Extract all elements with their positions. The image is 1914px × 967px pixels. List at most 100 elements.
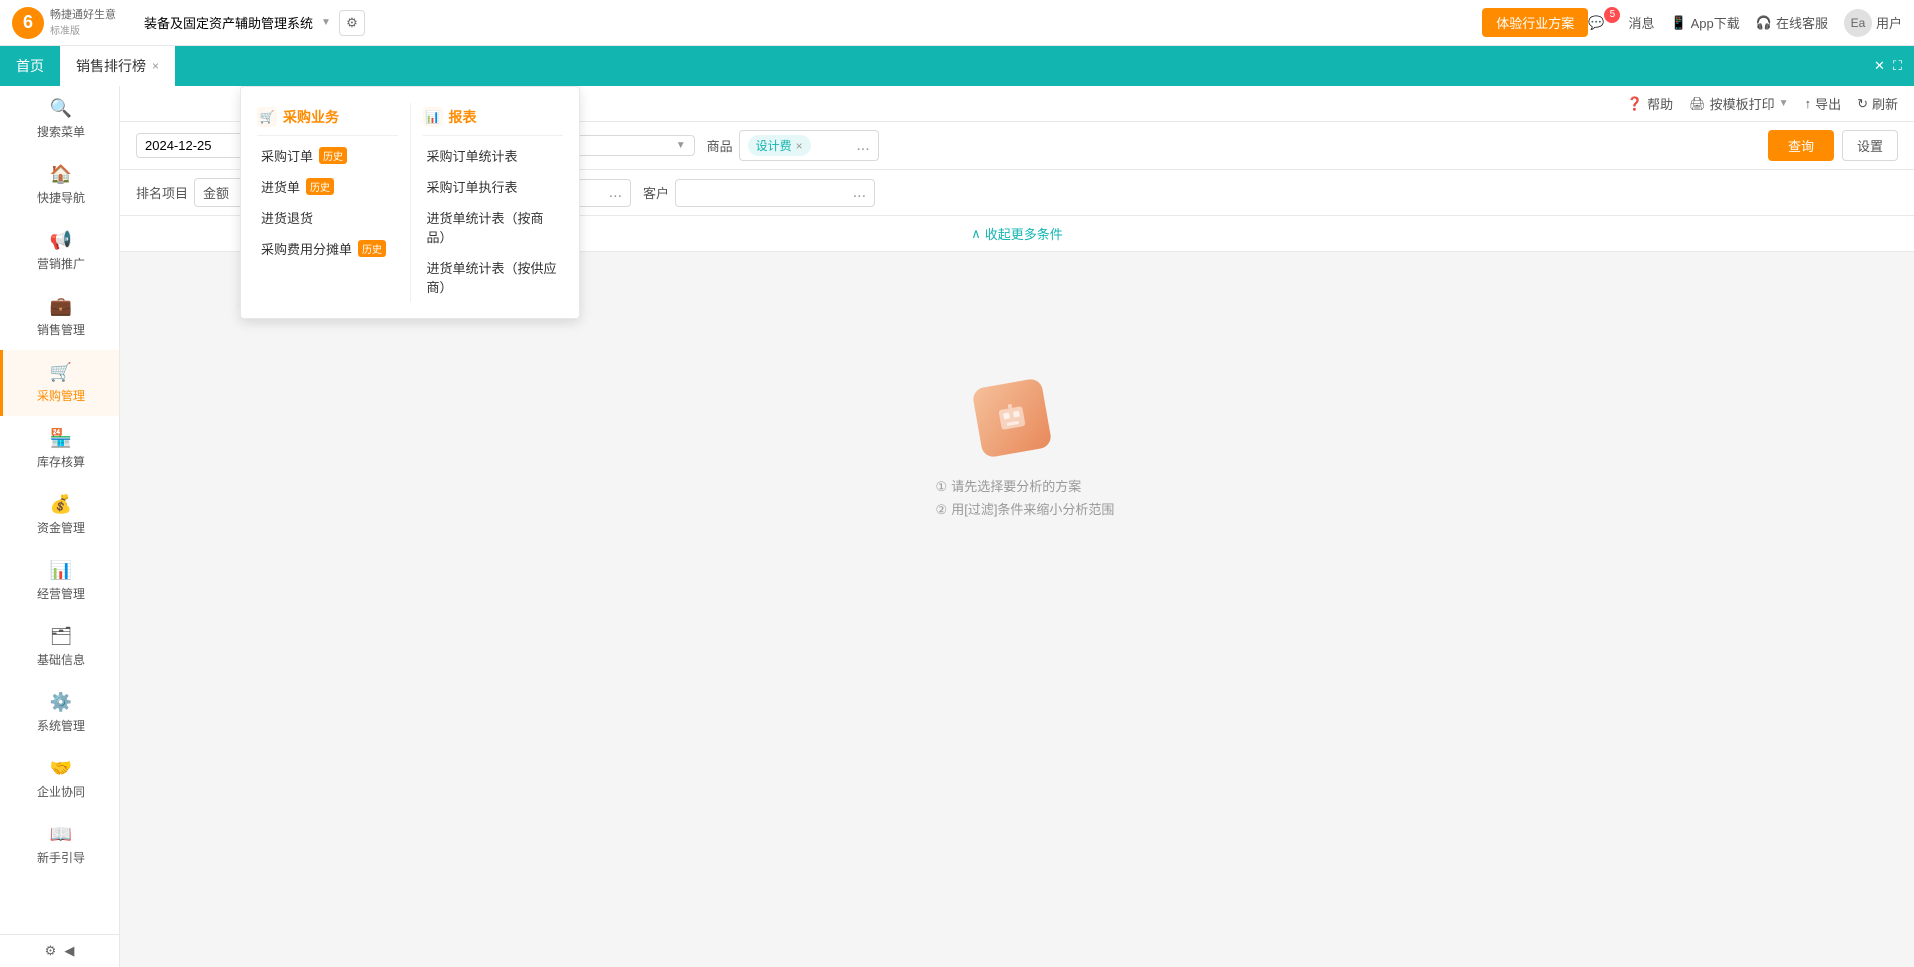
avatar: Ea [1844, 9, 1872, 37]
popup-item-incoming-stat[interactable]: 进货单统计表（按商品） [423, 202, 564, 252]
export-icon: ↑ [1805, 96, 1812, 111]
system-icon: ⚙️ [50, 692, 72, 713]
purchase-icon: 🛒 [50, 362, 72, 383]
online-service-label: 在线客服 [1776, 13, 1828, 32]
close-window-icon[interactable]: ✕ [1874, 58, 1885, 74]
inventory-icon: 🏪 [50, 428, 72, 449]
refresh-button[interactable]: ↻ 刷新 [1857, 94, 1898, 113]
basic-icon: 🗂 [50, 626, 73, 647]
system-dropdown-icon[interactable]: ▼ [321, 17, 331, 28]
customer-select[interactable]: ... [675, 179, 875, 207]
topbar: 6 畅捷通好生意 标准版 装备及固定资产辅助管理系统 ▼ ⚙ 体验行业方案 💬 … [0, 0, 1914, 46]
query-actions: 查询 设置 [1768, 130, 1898, 161]
sidebar-item-sales[interactable]: 💼 销售管理 [0, 284, 119, 350]
return-label: 进货退货 [261, 208, 313, 227]
sidebar-item-system[interactable]: ⚙️ 系统管理 [0, 680, 119, 746]
bill-status-chevron: ▼ [676, 140, 686, 151]
sidebar-purchase-label: 采购管理 [37, 387, 85, 404]
export-button[interactable]: ↑ 导出 [1805, 94, 1842, 113]
popup-item-supplier-stat[interactable]: 进货单统计表（按供应商） [423, 252, 564, 302]
goods-select[interactable]: 设计费 × ... [739, 130, 879, 161]
help-label: 帮助 [1647, 94, 1673, 113]
sidebar-item-finance[interactable]: 💰 资金管理 [0, 482, 119, 548]
sidebar-guide-label: 新手引导 [37, 849, 85, 866]
history-badge-0: 历史 [319, 147, 347, 164]
popup-item-order-exec[interactable]: 采购订单执行表 [423, 171, 564, 202]
sidebar-nav-label: 快捷导航 [37, 189, 85, 206]
fullscreen-icon[interactable]: ⛶ [1893, 58, 1902, 74]
popup-item-order-stat[interactable]: 采购订单统计表 [423, 140, 564, 171]
sidebar-item-guide[interactable]: 📖 新手引导 [0, 812, 119, 878]
goods-tag-close[interactable]: × [796, 139, 803, 153]
empty-robot-svg [989, 394, 1035, 440]
sidebar-item-marketing[interactable]: 📢 营销推广 [0, 218, 119, 284]
supplier-stat-label: 进货单统计表（按供应商） [427, 258, 560, 296]
collapse-label: 收起更多条件 [985, 224, 1063, 243]
help-button[interactable]: ❓ 帮助 [1627, 94, 1673, 113]
sidebar-enterprise-label: 企业协同 [37, 783, 85, 800]
sidebar-item-operations[interactable]: 📊 经营管理 [0, 548, 119, 614]
collapse-button[interactable]: ∧ 收起更多条件 [971, 224, 1063, 243]
sidebar-item-purchase[interactable]: 🛒 采购管理 [0, 350, 119, 416]
home-icon: 🏠 [50, 164, 72, 185]
industry-btn[interactable]: 体验行业方案 [1482, 8, 1588, 37]
sidebar-item-inventory[interactable]: 🏪 库存核算 [0, 416, 119, 482]
user-label: 用户 [1876, 13, 1902, 32]
print-button[interactable]: 🖨 按模板打印 ▼ [1689, 94, 1788, 113]
tab-close-icon[interactable]: × [152, 59, 159, 73]
goods-tag: 设计费 × [748, 135, 811, 156]
goods-ellipsis[interactable]: ... [856, 137, 869, 155]
history-badge-3: 历史 [358, 240, 386, 257]
empty-tip-1: 请先选择要分析的方案 [920, 475, 1115, 498]
popup-columns: 🛒 采购业务 采购订单 历史 进货单 历史 进货退货 [241, 95, 579, 310]
popup-item-purchase-order[interactable]: 采购订单 历史 [257, 140, 398, 171]
sidebar-item-search[interactable]: 🔍 搜索菜单 [0, 86, 119, 152]
content-area: ❓ 帮助 🖨 按模板打印 ▼ ↑ 导出 ↻ 刷新 ~ 更多 [120, 86, 1914, 967]
sidebar-inventory-label: 库存核算 [37, 453, 85, 470]
message-item[interactable]: 💬 5 消息 [1588, 13, 1654, 32]
system-settings-button[interactable]: ⚙ [339, 10, 365, 36]
tab-fullscreen-area: ✕ ⛶ [1862, 58, 1914, 74]
system-name-area: 装备及固定资产辅助管理系统 ▼ ⚙ [144, 10, 1482, 36]
settings-button[interactable]: 设置 [1842, 130, 1898, 161]
brand-name: 畅捷通好生意 [50, 8, 116, 22]
sidebar-system-label: 系统管理 [37, 717, 85, 734]
sidebar-item-enterprise[interactable]: 🤝 企业协同 [0, 746, 119, 812]
message-label: 消息 [1628, 13, 1654, 32]
logo-text: 畅捷通好生意 标准版 [50, 8, 116, 37]
report-title-icon: 📊 [423, 107, 443, 127]
popup-menu: 🛒 采购业务 采购订单 历史 进货单 历史 进货退货 [240, 86, 580, 319]
tab-home[interactable]: 首页 [0, 46, 60, 86]
sidebar-item-basic[interactable]: 🗂 基础信息 [0, 614, 119, 680]
popup-item-return[interactable]: 进货退货 [257, 202, 398, 233]
sidebar-marketing-label: 营销推广 [37, 255, 85, 272]
sidebar-settings-icon[interactable]: ⚙ [45, 943, 57, 959]
empty-icon-shape [971, 377, 1052, 458]
popup-item-expense[interactable]: 采购费用分摊单 历史 [257, 233, 398, 264]
sales-icon: 💼 [50, 296, 72, 317]
online-service-item[interactable]: 🎧 在线客服 [1756, 13, 1828, 32]
tab-sales-rank[interactable]: 销售排行榜 × [60, 46, 175, 86]
query-button[interactable]: 查询 [1768, 130, 1834, 161]
report-title-label: 报表 [449, 107, 477, 127]
help-icon: ❓ [1627, 96, 1643, 112]
date-start-input[interactable] [136, 133, 246, 158]
sidebar-search-label: 搜索菜单 [37, 123, 85, 140]
main-layout: 🔍 搜索菜单 🏠 快捷导航 📢 营销推广 💼 销售管理 🛒 采购管理 🏪 库存核… [0, 86, 1914, 967]
sidebar-collapse-icon[interactable]: ◀ [64, 943, 74, 959]
history-badge-1: 历史 [306, 178, 334, 195]
nav-tabs: 首页 销售排行榜 × ✕ ⛶ [0, 46, 1914, 86]
purchase-order-label: 采购订单 [261, 146, 313, 165]
goods-label: 商品 [707, 136, 733, 155]
empty-icon [977, 383, 1057, 463]
sidebar-item-nav[interactable]: 🏠 快捷导航 [0, 152, 119, 218]
phone-icon: 📱 [1670, 15, 1686, 31]
print-label: 按模板打印 [1710, 94, 1775, 113]
print-dropdown-icon: ▼ [1779, 98, 1789, 109]
app-download-item[interactable]: 📱 App下载 [1670, 13, 1739, 32]
operations-icon: 📊 [50, 560, 72, 581]
goods-tag-text: 设计费 [756, 137, 792, 154]
popup-item-incoming[interactable]: 进货单 历史 [257, 171, 398, 202]
user-item[interactable]: Ea 用户 [1844, 9, 1902, 37]
message-icon: 💬 [1588, 15, 1604, 31]
